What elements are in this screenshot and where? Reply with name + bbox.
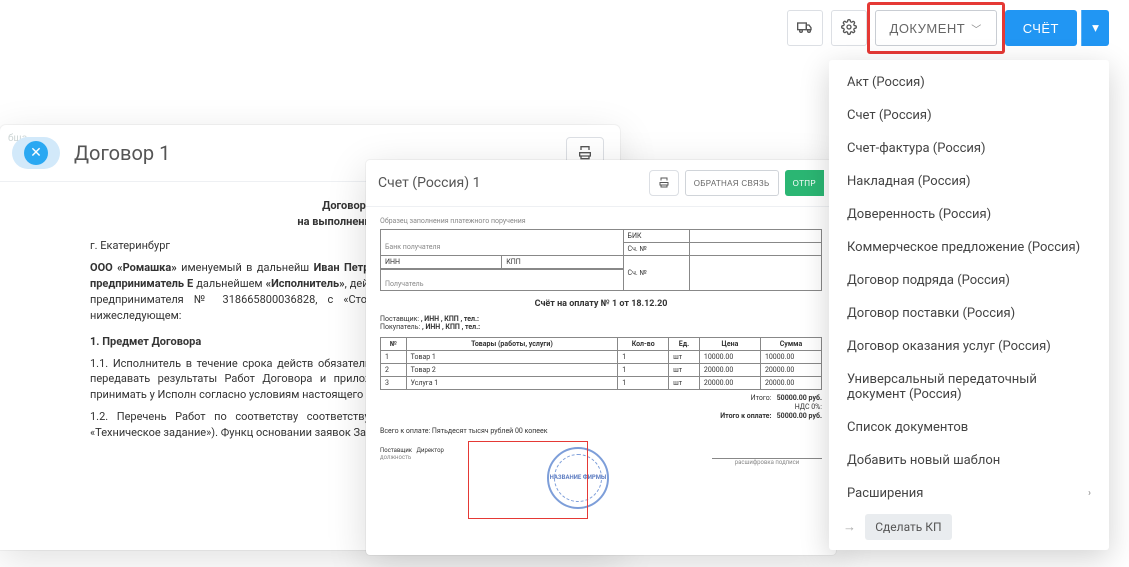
dropdown-item-act[interactable]: Акт (Россия) bbox=[829, 66, 1109, 99]
dropdown-item-kp[interactable]: Коммерческое предложение (Россия) bbox=[829, 231, 1109, 264]
invoice-window: Счет (Россия) 1 ОБРАТНАЯ СВЯЗЬ ОТПР Обра… bbox=[366, 160, 836, 555]
window-title: Счет (Россия) 1 bbox=[378, 175, 480, 191]
totals: Итого: 50000.00 руб. НДС 0%: Итого к опл… bbox=[380, 394, 822, 421]
truck-icon bbox=[797, 19, 813, 38]
dropdown-item-extensions[interactable]: Расширения › bbox=[829, 477, 1109, 510]
bank-details-table: Банк получателяБИК Сч. № ИННКППСч. № Пол… bbox=[380, 229, 822, 291]
caret-down-icon: ▾ bbox=[1092, 20, 1099, 36]
document-dropdown-button[interactable]: ДОКУМЕНТ ﹀ bbox=[875, 10, 997, 46]
create-invoice-button[interactable]: СЧЁТ bbox=[1005, 10, 1077, 46]
feedback-button[interactable]: ОБРАТНАЯ СВЯЗЬ bbox=[685, 170, 779, 196]
dropdown-item-upd[interactable]: Универсальный передаточный документ (Рос… bbox=[829, 363, 1109, 411]
dropdown-item-poa[interactable]: Доверенность (Россия) bbox=[829, 198, 1109, 231]
dropdown-item-invoice[interactable]: Счет (Россия) bbox=[829, 99, 1109, 132]
send-button[interactable]: ОТПР bbox=[785, 170, 824, 196]
dropdown-item-invoice-facture[interactable]: Счет-фактура (Россия) bbox=[829, 132, 1109, 165]
close-icon: ✕ bbox=[24, 141, 48, 165]
create-invoice-split[interactable]: ▾ bbox=[1081, 10, 1109, 46]
signature-area: Поставщик Директор должность НАЗВАНИЕ ФИ… bbox=[380, 447, 822, 509]
make-kp-button[interactable]: Сделать КП bbox=[865, 514, 951, 540]
delivery-button[interactable] bbox=[787, 10, 823, 46]
printer-icon bbox=[658, 176, 670, 191]
dropdown-item-newtemplate[interactable]: Добавить новый шаблон bbox=[829, 444, 1109, 477]
gear-icon bbox=[841, 19, 857, 38]
dropdown-item-contract-services[interactable]: Договор оказания услуг (Россия) bbox=[829, 330, 1109, 363]
invoice-title: Счёт на оплату № 1 от 18.12.20 bbox=[380, 299, 822, 309]
close-button[interactable]: ✕ bbox=[12, 137, 60, 169]
dropdown-item-contract-work[interactable]: Договор подряда (Россия) bbox=[829, 264, 1109, 297]
dropdown-item-waybill[interactable]: Накладная (Россия) bbox=[829, 165, 1109, 198]
chevron-down-icon: ﹀ bbox=[971, 21, 982, 36]
window-title: Договор 1 bbox=[74, 141, 170, 165]
invoice-document: Образец заполнения платежного поручения … bbox=[366, 207, 836, 555]
arrow-right-icon: → bbox=[843, 520, 856, 535]
items-table: № Товары (работы, услуги) Кол-во Ед. Цен… bbox=[380, 337, 822, 390]
dropdown-item-contract-supply[interactable]: Договор поставки (Россия) bbox=[829, 297, 1109, 330]
print-button[interactable] bbox=[649, 170, 679, 196]
document-dropdown: Акт (Россия) Счет (Россия) Счет-фактура … bbox=[829, 60, 1109, 550]
company-stamp: НАЗВАНИЕ ФИРМЫ bbox=[547, 447, 609, 509]
chevron-right-icon: › bbox=[1088, 488, 1091, 499]
settings-button[interactable] bbox=[831, 10, 867, 46]
topbar: ДОКУМЕНТ ﹀ СЧЁТ ▾ bbox=[787, 10, 1109, 46]
dropdown-item-doclist[interactable]: Список документов bbox=[829, 411, 1109, 444]
